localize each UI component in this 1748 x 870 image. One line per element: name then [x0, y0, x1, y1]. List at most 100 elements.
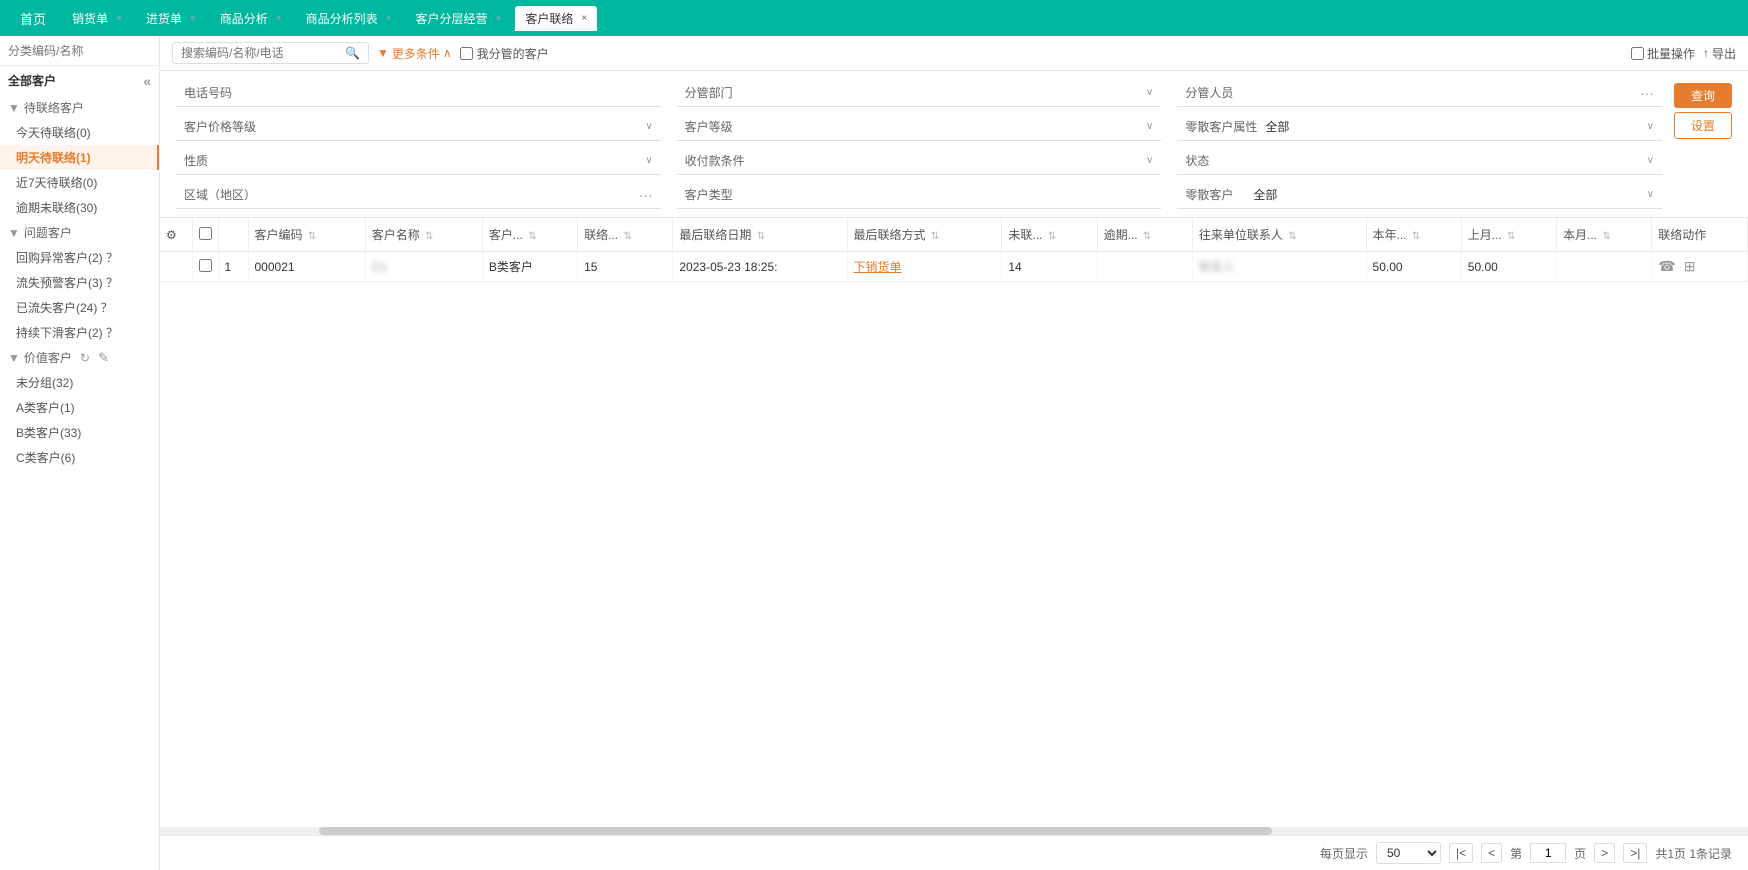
- my-customers-checkbox[interactable]: 我分管的客户: [460, 45, 549, 62]
- td-code: 000021: [248, 252, 365, 282]
- th-unit-contact: 往来单位联系人 ⇅: [1192, 218, 1366, 252]
- sort-contact-icon[interactable]: ⇅: [623, 231, 631, 242]
- th-action: 联络动作: [1652, 218, 1748, 252]
- filter-customer-type: 客户类型: [677, 181, 1162, 209]
- first-page-btn[interactable]: |<: [1449, 843, 1473, 863]
- nature-arrow[interactable]: ∨: [645, 155, 652, 166]
- sidebar-item-tomorrow-contact[interactable]: 明天待联络(1): [0, 145, 159, 170]
- search-input[interactable]: [181, 46, 341, 60]
- total-info: 共1页 1条记录: [1655, 845, 1732, 862]
- sidebar-item-class-a[interactable]: A类客户(1): [0, 395, 159, 420]
- th-checkbox: [192, 218, 218, 252]
- nav-customer-tier-close[interactable]: ×: [495, 13, 501, 24]
- payment-arrow[interactable]: ∨: [1146, 155, 1153, 166]
- group-pending-contact[interactable]: ▼ 待联络客户: [0, 95, 159, 120]
- th-type: 客户... ⇅: [482, 218, 577, 252]
- next-page-btn[interactable]: >: [1594, 843, 1615, 863]
- last-page-btn[interactable]: >|: [1623, 843, 1647, 863]
- sidebar-item-declining[interactable]: 持续下滑客户(2) ？: [0, 320, 159, 345]
- sort-this-month-icon[interactable]: ⇅: [1602, 231, 1610, 242]
- sort-last-method-icon[interactable]: ⇅: [931, 231, 939, 242]
- batch-op-checkbox[interactable]: [1631, 47, 1644, 60]
- refresh-icon[interactable]: ↻: [80, 351, 90, 365]
- th-last-date: 最后联络日期 ⇅: [673, 218, 847, 252]
- filter-phone: 电话号码: [176, 79, 661, 107]
- batch-op-btn[interactable]: 批量操作: [1631, 45, 1695, 62]
- edit-icon[interactable]: ✎: [98, 350, 109, 366]
- select-all-checkbox[interactable]: [199, 227, 212, 240]
- sort-type-icon[interactable]: ⇅: [528, 231, 536, 242]
- action-more-icon[interactable]: ⊞: [1684, 258, 1696, 275]
- filter-region: 区域（地区） ···: [176, 181, 661, 209]
- last-method-link[interactable]: 下销货单: [854, 260, 902, 274]
- sort-this-year-icon[interactable]: ⇅: [1412, 231, 1420, 242]
- group-value-customers[interactable]: ▼ 价值客户 ↻ ✎: [0, 345, 159, 370]
- filter-row-4: 区域（地区） ··· 客户类型 零散客户 全部: [176, 181, 1662, 209]
- sidebar-item-overdue-contact[interactable]: 逾期未联络(30): [0, 195, 159, 220]
- sort-code-icon[interactable]: ⇅: [308, 231, 316, 242]
- sidebar-item-abnormal-repurchase[interactable]: 回购异常客户(2) ？: [0, 245, 159, 270]
- sidebar-item-churned[interactable]: 已流失客户(24) ？: [0, 295, 159, 320]
- filter-buttons: 查询 设置: [1674, 79, 1732, 209]
- sidebar-item-today-contact[interactable]: 今天待联络(0): [0, 120, 159, 145]
- filter-status: 状态 ∨: [1177, 147, 1662, 175]
- nav-purchase[interactable]: 进货单 ×: [136, 6, 206, 31]
- sidebar-item-7day-contact[interactable]: 近7天待联络(0): [0, 170, 159, 195]
- per-page-select[interactable]: 50 100 200: [1376, 842, 1441, 864]
- action-phone-icon[interactable]: ☎: [1658, 258, 1675, 275]
- nav-product-analysis[interactable]: 商品分析 ×: [210, 6, 292, 31]
- sort-overdue-icon[interactable]: ⇅: [1143, 231, 1151, 242]
- customer-level-arrow[interactable]: ∨: [1146, 121, 1153, 132]
- filter-btn[interactable]: ▼ 更多条件 ∧: [377, 45, 452, 62]
- manager-dots[interactable]: ···: [1640, 85, 1654, 101]
- nav-product-analysis-list[interactable]: 商品分析列表 ×: [296, 6, 402, 31]
- nav-purchase-close[interactable]: ×: [190, 13, 196, 24]
- setting-button[interactable]: 设置: [1674, 112, 1732, 139]
- nav-customer-contact-close[interactable]: ×: [581, 13, 587, 24]
- my-customers-input[interactable]: [460, 47, 473, 60]
- horizontal-scrollbar[interactable]: [160, 827, 1748, 835]
- sidebar-search-area: 🔍: [0, 36, 159, 66]
- action-icons: ☎ ⊞: [1658, 258, 1741, 275]
- all-customers-item[interactable]: 全部客户 «: [0, 66, 159, 95]
- retail-attr-arrow[interactable]: ∨: [1647, 121, 1654, 132]
- nav-sales-close[interactable]: ×: [116, 13, 122, 24]
- collapse-icon: «: [143, 73, 151, 89]
- nav-product-analysis-close[interactable]: ×: [276, 13, 282, 24]
- export-btn[interactable]: ↑ 导出: [1703, 45, 1736, 62]
- sort-name-icon[interactable]: ⇅: [425, 231, 433, 242]
- customer-name-blurred: Ea: [372, 260, 387, 274]
- sidebar-item-ungrouped[interactable]: 未分组(32): [0, 370, 159, 395]
- filter-manager: 分管人员 ···: [1177, 79, 1662, 107]
- price-level-arrow[interactable]: ∨: [645, 121, 652, 132]
- region-dots[interactable]: ···: [639, 187, 653, 203]
- prev-page-btn[interactable]: <: [1481, 843, 1502, 863]
- sidebar-item-class-c[interactable]: C类客户(6): [0, 445, 159, 470]
- sort-unit-contact-icon[interactable]: ⇅: [1288, 231, 1296, 242]
- td-checkbox: [192, 252, 218, 282]
- dept-arrow[interactable]: ∨: [1146, 87, 1153, 98]
- nav-customer-tier[interactable]: 客户分层经营 ×: [405, 6, 511, 31]
- sidebar-item-churn-warning[interactable]: 流失预警客户(3) ？: [0, 270, 159, 295]
- status-arrow[interactable]: ∨: [1647, 155, 1654, 166]
- search-icon[interactable]: 🔍: [345, 46, 360, 60]
- td-last-method: 下销货单: [847, 252, 1002, 282]
- row-checkbox[interactable]: [199, 259, 212, 272]
- top-nav: 首页 销货单 × 进货单 × 商品分析 × 商品分析列表 × 客户分层经营 × …: [0, 0, 1748, 36]
- sort-last-date-icon[interactable]: ⇅: [757, 231, 765, 242]
- nav-home[interactable]: 首页: [8, 5, 58, 32]
- group-problem-customers[interactable]: ▼ 问题客户: [0, 220, 159, 245]
- page-number-input[interactable]: [1530, 843, 1566, 863]
- nav-sales[interactable]: 销货单 ×: [62, 6, 132, 31]
- sort-last-month-icon[interactable]: ⇅: [1507, 231, 1515, 242]
- sidebar: 🔍 全部客户 « ▼ 待联络客户 今天待联络(0) 明天待联络(1) 近7天待联…: [0, 36, 160, 870]
- filter-dept: 分管部门 ∨: [677, 79, 1162, 107]
- sidebar-search-input[interactable]: [8, 44, 160, 58]
- retail-customer-arrow[interactable]: ∨: [1647, 189, 1654, 200]
- td-overdue: [1097, 252, 1192, 282]
- nav-product-analysis-list-close[interactable]: ×: [386, 13, 392, 24]
- sidebar-item-class-b[interactable]: B类客户(33): [0, 420, 159, 445]
- sort-no-contact-icon[interactable]: ⇅: [1048, 231, 1056, 242]
- nav-customer-contact[interactable]: 客户联络 ×: [515, 6, 597, 31]
- query-button[interactable]: 查询: [1674, 83, 1732, 108]
